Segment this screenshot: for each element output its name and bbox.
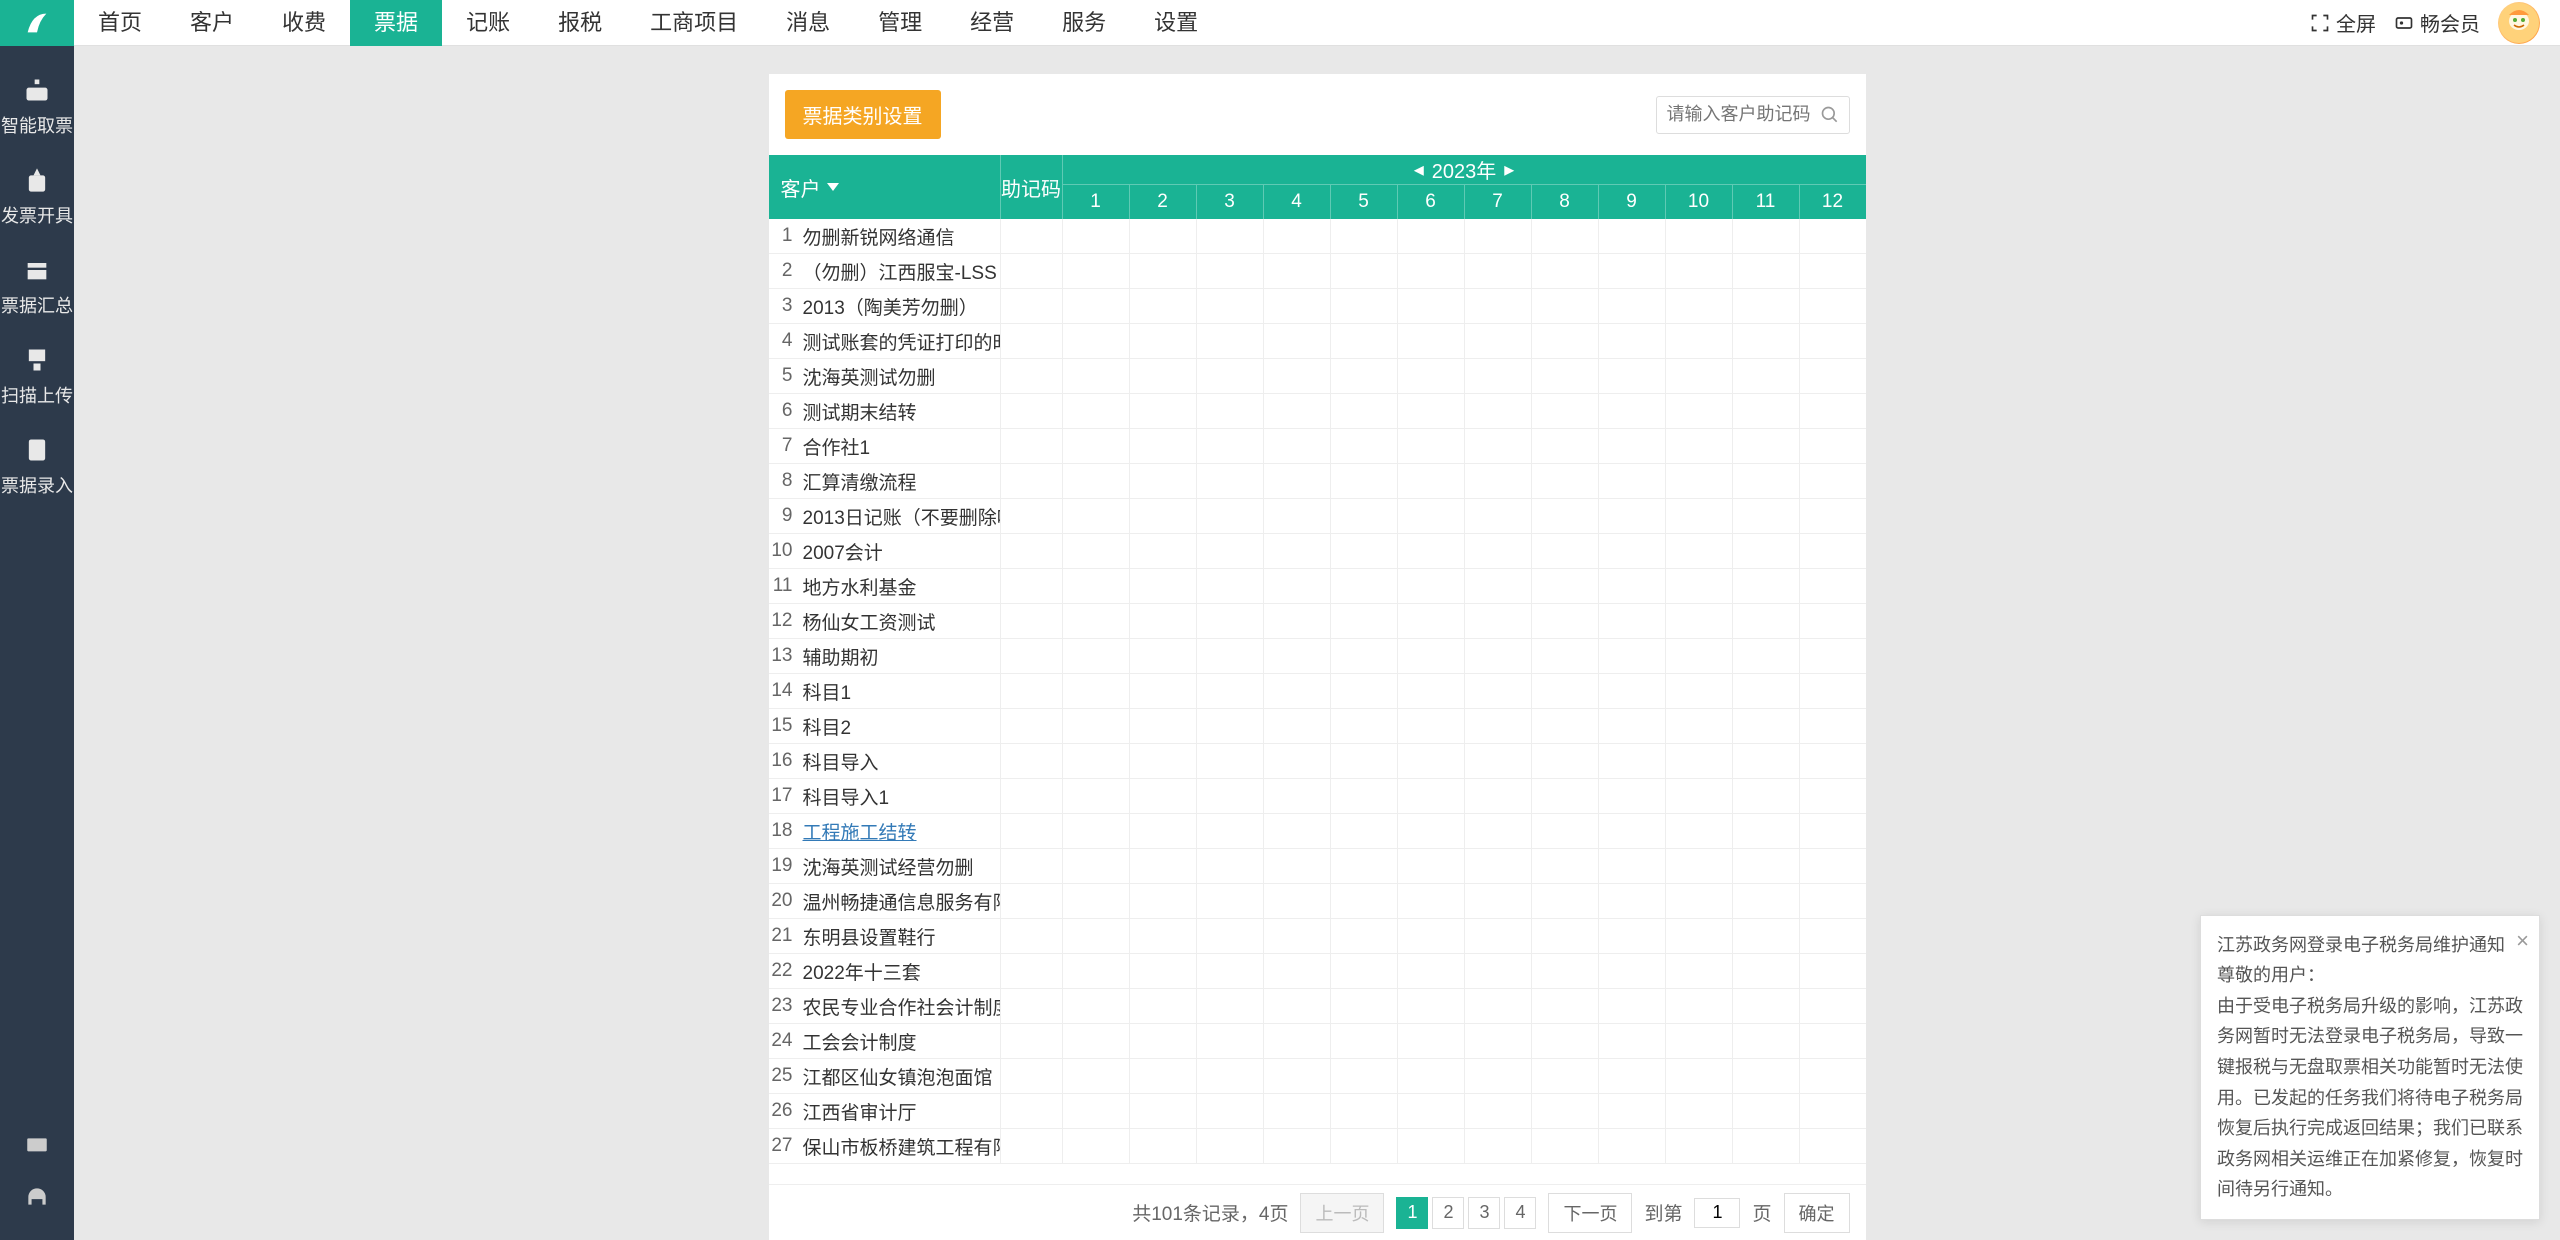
nav-客户[interactable]: 客户 <box>166 0 258 46</box>
table-row[interactable]: 5沈海英测试勿删 <box>769 359 1866 394</box>
notification-title: 江苏政务网登录电子税务局维护通知 <box>2217 930 2523 961</box>
pager-page-2[interactable]: 2 <box>1432 1197 1464 1229</box>
table-row[interactable]: 13辅助期初 <box>769 639 1866 674</box>
col-month-1: 1 <box>1063 185 1130 219</box>
notification-panel: × 江苏政务网登录电子税务局维护通知 尊敬的用户： 由于受电子税务局升级的影响，… <box>2200 915 2540 1220</box>
col-month-7: 7 <box>1465 185 1532 219</box>
table-row[interactable]: 27保山市板桥建筑工程有限责任... <box>769 1129 1866 1164</box>
nav-票据[interactable]: 票据 <box>350 0 442 46</box>
sidebar-icon-2 <box>23 256 51 284</box>
pager-page-1[interactable]: 1 <box>1396 1197 1428 1229</box>
nav-记账[interactable]: 记账 <box>442 0 534 46</box>
nav-工商项目[interactable]: 工商项目 <box>626 0 762 46</box>
pager-page-3[interactable]: 3 <box>1468 1197 1500 1229</box>
fullscreen-label: 全屏 <box>2336 8 2376 37</box>
col-code: 助记码 <box>1001 155 1063 219</box>
headset-icon[interactable] <box>24 1184 50 1210</box>
table-row[interactable]: 6测试期末结转 <box>769 394 1866 429</box>
table-row[interactable]: 14科目1 <box>769 674 1866 709</box>
table-row[interactable]: 19沈海英测试经营勿删 <box>769 849 1866 884</box>
table-row[interactable]: 92013日记账（不要删除哈，谢... <box>769 499 1866 534</box>
sidebar-item-2[interactable]: 票据汇总 <box>0 242 74 332</box>
pager-page-4[interactable]: 4 <box>1504 1197 1536 1229</box>
pager-summary: 共101条记录，4页 <box>1132 1199 1288 1226</box>
nav-消息[interactable]: 消息 <box>762 0 854 46</box>
member-button[interactable]: 畅会员 <box>2394 8 2480 37</box>
close-icon[interactable]: × <box>2516 922 2529 959</box>
nav-管理[interactable]: 管理 <box>854 0 946 46</box>
col-month-6: 6 <box>1398 185 1465 219</box>
table-row[interactable]: 16科目导入 <box>769 744 1866 779</box>
sidebar-item-1[interactable]: 发票开具 <box>0 152 74 242</box>
sidebar-icon-4 <box>23 436 51 464</box>
table-row[interactable]: 2（勿删）江西服宝-LSS <box>769 254 1866 289</box>
notification-body: 由于受电子税务局升级的影响，江苏政务网暂时无法登录电子税务局，导致一键报税与无盘… <box>2217 991 2523 1205</box>
nav-服务[interactable]: 服务 <box>1038 0 1130 46</box>
col-month-12: 12 <box>1800 185 1866 219</box>
col-month-5: 5 <box>1331 185 1398 219</box>
nav-报税[interactable]: 报税 <box>534 0 626 46</box>
table-row[interactable]: 7合作社1 <box>769 429 1866 464</box>
avatar[interactable] <box>2498 2 2540 44</box>
col-month-3: 3 <box>1197 185 1264 219</box>
table-row[interactable]: 17科目导入1 <box>769 779 1866 814</box>
col-month-4: 4 <box>1264 185 1331 219</box>
sidebar-icon-0 <box>23 76 51 104</box>
year-prev-icon[interactable]: ◂ <box>1414 157 1424 182</box>
table-row[interactable]: 26江西省审计厅 <box>769 1094 1866 1129</box>
pager-prev[interactable]: 上一页 <box>1300 1193 1384 1233</box>
table-row[interactable]: 24工会会计制度 <box>769 1024 1866 1059</box>
sidebar-item-4[interactable]: 票据录入 <box>0 422 74 512</box>
table-row[interactable]: 21东明县设置鞋行 <box>769 919 1866 954</box>
table-row[interactable]: 102007会计 <box>769 534 1866 569</box>
table-row[interactable]: 222022年十三套 <box>769 954 1866 989</box>
table-row[interactable]: 4测试账套的凭证打印的时候是否 <box>769 324 1866 359</box>
table-row[interactable]: 1勿删新锐网络通信 <box>769 219 1866 254</box>
fullscreen-button[interactable]: 全屏 <box>2310 8 2376 37</box>
pager-confirm[interactable]: 确定 <box>1784 1193 1850 1233</box>
col-month-11: 11 <box>1733 185 1800 219</box>
app-logo[interactable] <box>0 0 74 46</box>
table-row[interactable]: 25江都区仙女镇泡泡面馆 <box>769 1059 1866 1094</box>
member-label: 畅会员 <box>2420 8 2480 37</box>
table-row[interactable]: 11地方水利基金 <box>769 569 1866 604</box>
col-month-9: 9 <box>1599 185 1666 219</box>
sidebar-icon-3 <box>23 346 51 374</box>
table-row[interactable]: 15科目2 <box>769 709 1866 744</box>
sidebar-item-3[interactable]: 扫描上传 <box>0 332 74 422</box>
table-row[interactable]: 32013（陶美芳勿删） <box>769 289 1866 324</box>
nav-设置[interactable]: 设置 <box>1130 0 1222 46</box>
pager-goto-input[interactable] <box>1694 1198 1740 1228</box>
table-row[interactable]: 23农民专业合作社会计制度 <box>769 989 1866 1024</box>
col-month-2: 2 <box>1130 185 1197 219</box>
pager-next[interactable]: 下一页 <box>1548 1193 1632 1233</box>
search-icon[interactable] <box>1820 105 1840 125</box>
nav-收费[interactable]: 收费 <box>258 0 350 46</box>
nav-经营[interactable]: 经营 <box>946 0 1038 46</box>
table-row[interactable]: 18工程施工结转 <box>769 814 1866 849</box>
sidebar-item-0[interactable]: 智能取票 <box>0 62 74 152</box>
monitor-icon[interactable] <box>24 1134 50 1160</box>
col-month-10: 10 <box>1666 185 1733 219</box>
year-next-icon[interactable]: ▸ <box>1504 157 1514 182</box>
sidebar-icon-1 <box>23 166 51 194</box>
year-selector[interactable]: ◂ 2023年 ▸ <box>1063 155 1866 185</box>
ticket-type-settings-button[interactable]: 票据类别设置 <box>785 90 941 139</box>
table-row[interactable]: 12杨仙女工资测试 <box>769 604 1866 639</box>
nav-首页[interactable]: 首页 <box>74 0 166 46</box>
table-row[interactable]: 8汇算清缴流程 <box>769 464 1866 499</box>
sort-desc-icon <box>827 183 839 191</box>
col-customer[interactable]: 客户 <box>769 155 1001 219</box>
notification-greet: 尊敬的用户： <box>2217 960 2523 991</box>
col-month-8: 8 <box>1532 185 1599 219</box>
table-row[interactable]: 20温州畅捷通信息服务有限公司 <box>769 884 1866 919</box>
